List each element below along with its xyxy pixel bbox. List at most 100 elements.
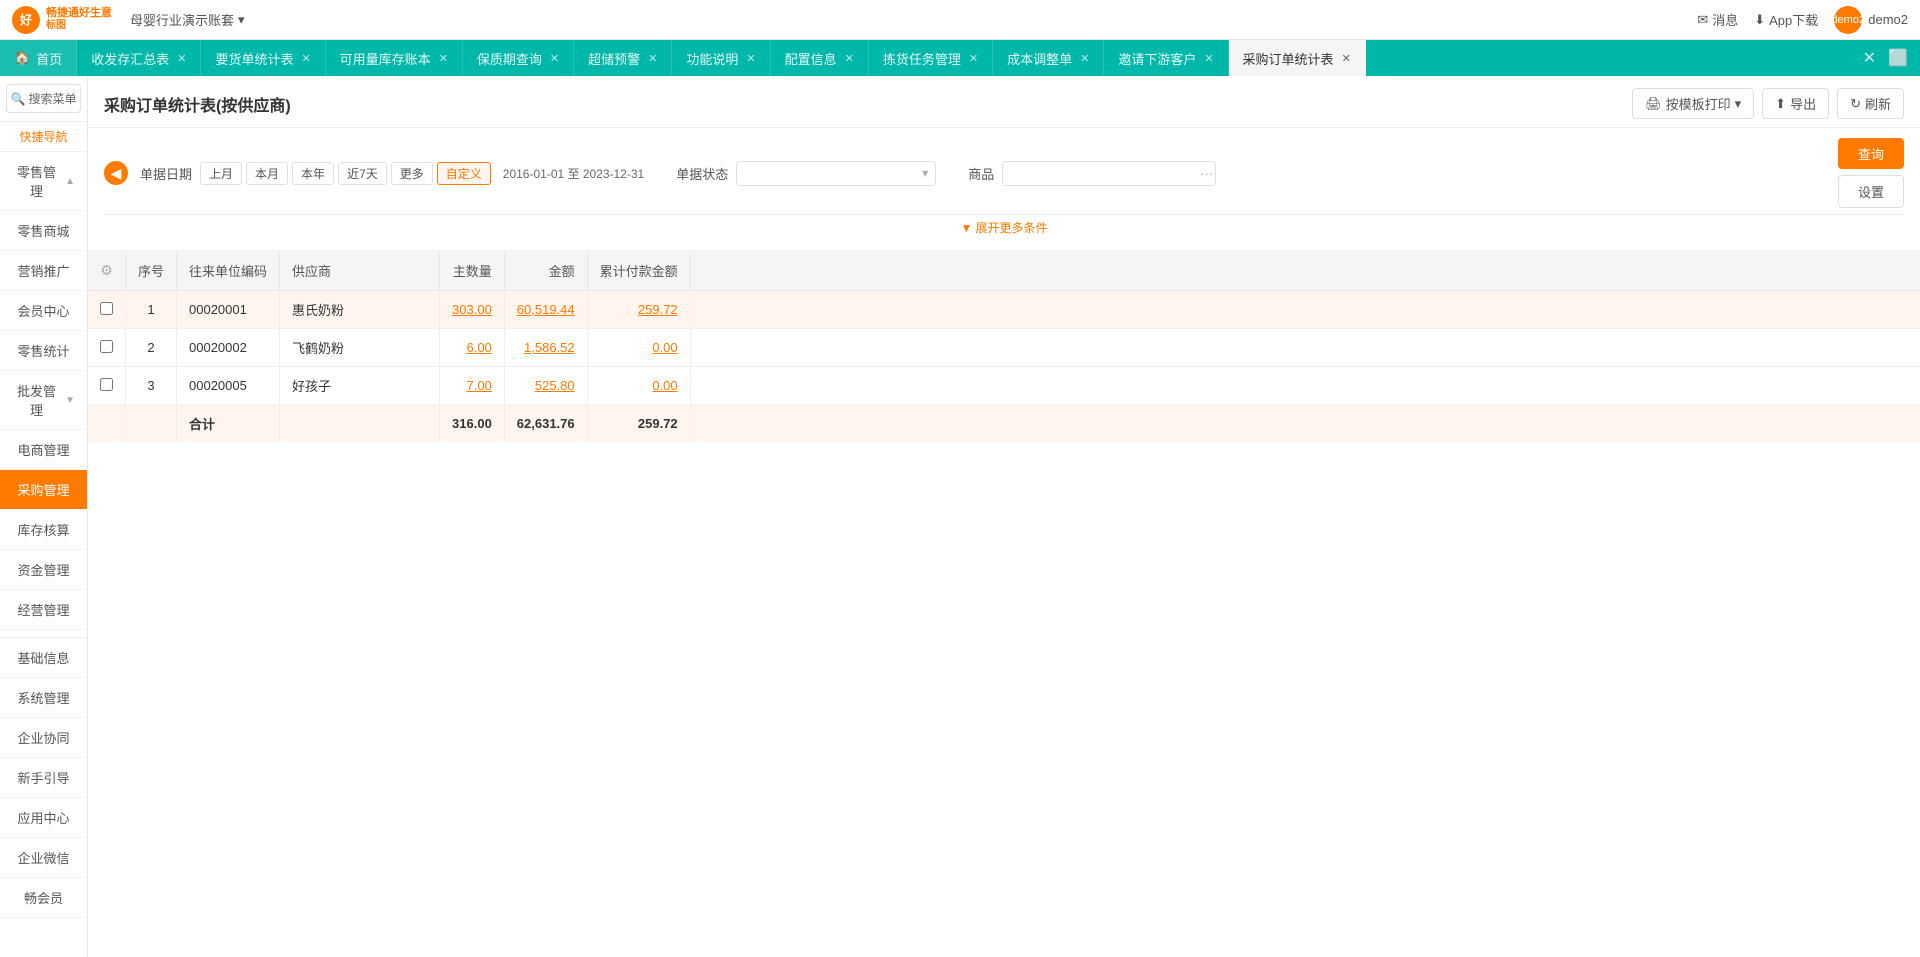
sidebar-item-retail-mall[interactable]: 零售商城 — [0, 211, 87, 251]
col-paid-amount: 累计付款金额 — [587, 251, 690, 291]
close-icon[interactable]: ✕ — [301, 52, 310, 65]
close-icon[interactable]: ✕ — [439, 52, 448, 65]
chevron-down-icon: ▾ — [1735, 96, 1742, 112]
sidebar-item-new-guide[interactable]: 新手引导 — [0, 758, 87, 798]
sidebar-item-vip-member[interactable]: 畅会员 — [0, 878, 87, 918]
app-download-btn[interactable]: ⬇ App下载 — [1754, 10, 1818, 29]
sidebar-item-sys-mgmt[interactable]: 系统管理 — [0, 678, 87, 718]
quick-nav-btn[interactable]: 快捷导航 — [0, 122, 87, 152]
btn-last-month[interactable]: 上月 — [200, 162, 242, 185]
sidebar-item-app-center[interactable]: 应用中心 — [0, 798, 87, 838]
row-supplier: 好孩子 — [280, 367, 440, 405]
sidebar-item-ecom-mgmt[interactable]: 电商管理 — [0, 430, 87, 470]
quantity-link[interactable]: 7.00 — [466, 378, 491, 393]
btn-custom-date[interactable]: 自定义 — [437, 162, 491, 185]
paid-amount-link[interactable]: 0.00 — [652, 340, 677, 355]
sidebar-item-member-center[interactable]: 会员中心 — [0, 291, 87, 331]
status-select-wrap — [736, 161, 936, 186]
row-supplier: 惠氏奶粉 — [280, 291, 440, 329]
quantity-link[interactable]: 6.00 — [466, 340, 491, 355]
close-icon[interactable]: ✕ — [1204, 52, 1213, 65]
filter-toggle-btn[interactable]: ◀ — [104, 161, 128, 185]
row-checkbox[interactable] — [88, 329, 126, 367]
paid-amount-link[interactable]: 0.00 — [652, 378, 677, 393]
message-btn[interactable]: ✉ 消息 — [1697, 10, 1738, 29]
amount-link[interactable]: 525.80 — [535, 378, 575, 393]
expand-more-btn[interactable]: ▼ 展开更多条件 — [961, 219, 1048, 236]
sidebar-item-marketing[interactable]: 营销推广 — [0, 251, 87, 291]
col-empty — [690, 251, 1920, 291]
tab-available-stock[interactable]: 可用量库存账本 ✕ — [326, 40, 463, 76]
settings-btn[interactable]: 设置 — [1838, 175, 1904, 208]
close-icon[interactable]: ✕ — [648, 52, 657, 65]
close-icon[interactable]: ✕ — [1342, 52, 1351, 65]
tab-purchase-summary[interactable]: 采购订单统计表 ✕ — [1229, 40, 1366, 76]
row-amount: 60,519.44 — [504, 291, 587, 329]
nav-close-btn[interactable]: ✕ — [1859, 46, 1880, 70]
close-icon[interactable]: ✕ — [177, 52, 186, 65]
close-icon[interactable]: ✕ — [845, 52, 854, 65]
date-label: 单据日期 — [140, 164, 192, 183]
quantity-link[interactable]: 303.00 — [452, 302, 492, 317]
status-select[interactable] — [736, 161, 936, 186]
sidebar-item-ops-mgmt[interactable]: 经营管理 — [0, 590, 87, 630]
user-area[interactable]: demo2 demo2 — [1834, 6, 1908, 34]
sidebar-item-retail-management[interactable]: 零售管理 ▲ — [0, 152, 87, 211]
paid-amount-link[interactable]: 259.72 — [638, 302, 678, 317]
gear-icon[interactable]: ⚙ — [100, 262, 113, 278]
workspace-selector[interactable]: 母婴行业演示账套 ▾ — [122, 6, 253, 33]
close-icon[interactable]: ✕ — [969, 52, 978, 65]
close-icon[interactable]: ✕ — [746, 52, 755, 65]
row-checkbox[interactable] — [88, 291, 126, 329]
sidebar-search-area: 🔍 搜索菜单 — [0, 76, 87, 122]
tab-function-desc[interactable]: 功能说明 ✕ — [672, 40, 770, 76]
tab-overstock-warning[interactable]: 超储预警 ✕ — [574, 40, 672, 76]
date-filter-group: 单据日期 上月 本月 本年 近7天 更多 自定义 — [140, 162, 491, 185]
tab-invite-downstream[interactable]: 邀请下游客户 ✕ — [1104, 40, 1228, 76]
main-layout: 🔍 搜索菜单 快捷导航 零售管理 ▲ 零售商城 营销推广 会员中心 零售统计 批… — [0, 76, 1920, 957]
search-menu-btn[interactable]: 🔍 搜索菜单 — [6, 84, 81, 113]
tab-requisition-summary[interactable]: 要货单统计表 ✕ — [201, 40, 325, 76]
sidebar-item-stock-verify[interactable]: 库存核算 — [0, 510, 87, 550]
refresh-btn[interactable]: ↻ 刷新 — [1837, 88, 1904, 119]
tab-config-info[interactable]: 配置信息 ✕ — [771, 40, 869, 76]
sidebar-item-enterprise-collab[interactable]: 企业协同 — [0, 718, 87, 758]
row-amount: 525.80 — [504, 367, 587, 405]
template-print-btn[interactable]: 🖨 按模板打印 ▾ — [1632, 88, 1754, 119]
top-bar: 好 畅捷通好生意 标图 母婴行业演示账套 ▾ ✉ 消息 ⬇ App下载 demo… — [0, 0, 1920, 40]
query-btn[interactable]: 查询 — [1838, 138, 1904, 169]
sidebar-item-retail-stats[interactable]: 零售统计 — [0, 331, 87, 371]
more-options-icon[interactable]: ··· — [1200, 166, 1213, 181]
row-no: 1 — [126, 291, 177, 329]
sidebar-item-fund-mgmt[interactable]: 资金管理 — [0, 550, 87, 590]
sidebar-item-purchase-mgmt[interactable]: 采购管理 — [0, 470, 87, 510]
row-paid-amount: 0.00 — [587, 367, 690, 405]
amount-link[interactable]: 1,586.52 — [524, 340, 575, 355]
nav-expand-btn[interactable]: ⬜ — [1884, 46, 1912, 70]
btn-this-year[interactable]: 本年 — [292, 162, 334, 185]
print-icon: 🖨 — [1645, 96, 1662, 112]
home-icon: 🏠 — [14, 50, 30, 66]
btn-this-month[interactable]: 本月 — [246, 162, 288, 185]
col-amount: 金额 — [504, 251, 587, 291]
export-btn[interactable]: ⬆ 导出 — [1762, 88, 1829, 119]
sidebar-item-basic-info[interactable]: 基础信息 — [0, 638, 87, 678]
tab-cost-adjust[interactable]: 成本调整单 ✕ — [993, 40, 1104, 76]
row-quantity: 6.00 — [440, 329, 505, 367]
row-checkbox[interactable] — [88, 367, 126, 405]
tab-pick-task[interactable]: 拣货任务管理 ✕ — [869, 40, 993, 76]
tab-receive-summary[interactable]: 收发存汇总表 ✕ — [77, 40, 201, 76]
btn-more-date[interactable]: 更多 — [391, 162, 433, 185]
btn-last-7-days[interactable]: 近7天 — [338, 162, 387, 185]
goods-input[interactable] — [1002, 161, 1216, 186]
amount-link[interactable]: 60,519.44 — [517, 302, 575, 317]
tab-warranty-query[interactable]: 保质期查询 ✕ — [463, 40, 574, 76]
tab-home[interactable]: 🏠 首页 — [0, 40, 77, 76]
sidebar-item-wholesale-mgmt[interactable]: 批发管理 ▼ — [0, 371, 87, 430]
close-icon[interactable]: ✕ — [550, 52, 559, 65]
close-icon[interactable]: ✕ — [1080, 52, 1089, 65]
sidebar-item-enterprise-wx[interactable]: 企业微信 — [0, 838, 87, 878]
export-icon: ⬆ — [1775, 96, 1786, 112]
table-row: 2 00020002 飞鹤奶粉 6.00 1,586.52 0.00 — [88, 329, 1920, 367]
footer-row: 合计 316.00 62,631.76 259.72 — [88, 405, 1920, 443]
